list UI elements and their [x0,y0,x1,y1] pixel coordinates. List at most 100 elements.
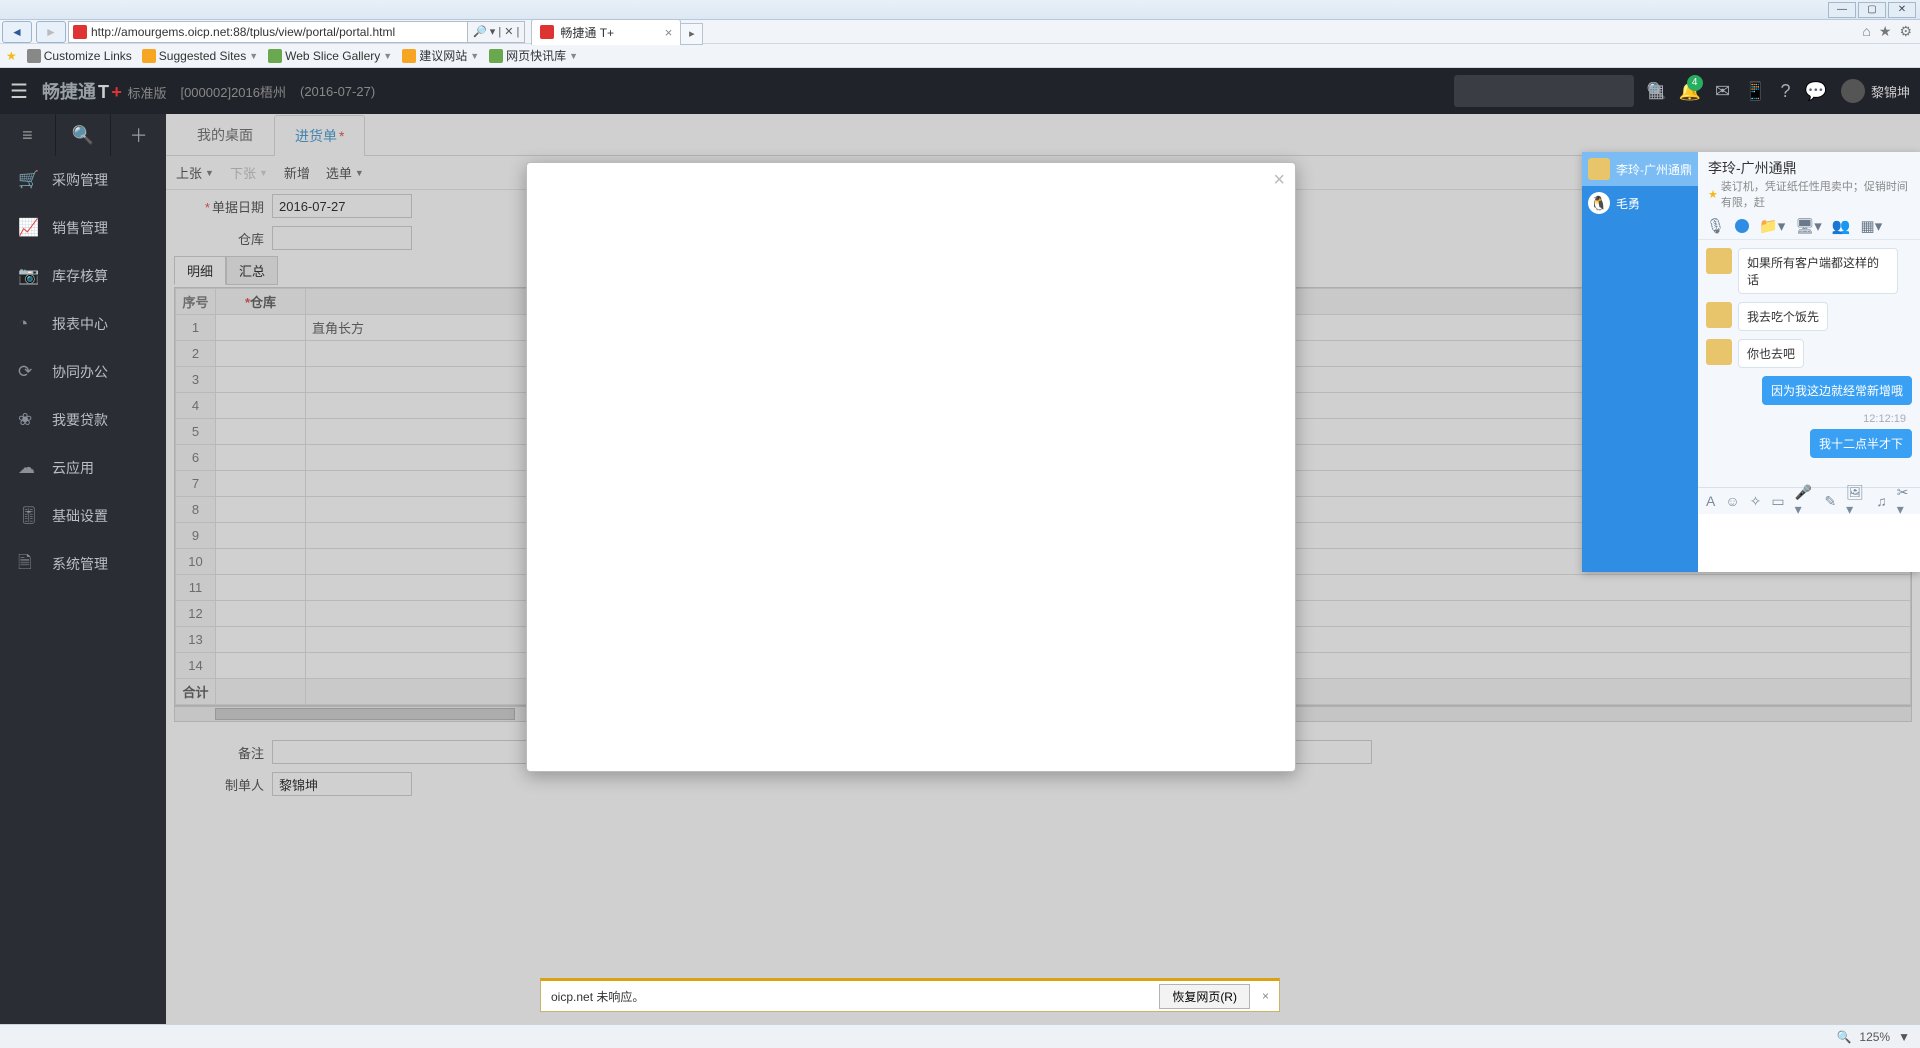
favlink-webslice[interactable]: Web Slice Gallery▼ [268,49,392,63]
home-icon[interactable]: ⌂ [1862,23,1870,40]
screen-icon[interactable]: 🖥▾ [1795,217,1822,235]
box-icon: 📷 [18,266,38,286]
url-controls[interactable]: 🔎 ▾ | ✕ | [468,21,525,43]
music-icon[interactable]: ♫ [1876,493,1887,509]
site-favicon [73,25,87,39]
favorites-bar: ★ Customize Links Suggested Sites▼ Web S… [0,44,1920,68]
sidebar-item-settings[interactable]: 🎚基础设置 [0,492,166,540]
chat-window: 李玲-广州通鼎 🐧毛勇 李玲-广州通鼎 ★装订机，凭证纸任性甩卖中；促销时间有限… [1582,152,1920,572]
favlink-suggested[interactable]: Suggested Sites▼ [142,49,258,63]
tab-close-icon[interactable]: × [665,25,673,40]
chat-subtitle: ★装订机，凭证纸任性甩卖中；促销时间有限，赶 [1708,178,1910,210]
browser-tab[interactable]: 畅捷通 T+ × [531,19,681,45]
sidebar-item-collab[interactable]: ⟳协同办公 [0,348,166,396]
folder-icon[interactable]: 📁▾ [1759,217,1785,235]
sidebar-item-sales[interactable]: 📈销售管理 [0,204,166,252]
menu-icon[interactable]: ☰ [10,79,28,104]
sidebar-collapse-icon[interactable]: ≡ [0,114,56,156]
font-icon[interactable]: A [1706,493,1715,509]
notif-badge: 4 [1687,75,1703,91]
page-unresponsive-bar: oicp.net 未响应。 恢复网页(R) × [540,978,1280,1012]
tab-favicon [540,25,554,39]
gif-icon[interactable]: ✧ [1750,493,1762,510]
address-bar: ◄ ► http://amourgems.oicp.net:88/tplus/v… [0,20,1920,44]
chat-top-toolbar: 🎙 📁▾ 🖥▾ 👥 ▦▾ [1698,212,1920,240]
blank-modal: × [526,162,1296,772]
avatar-icon [1706,339,1732,365]
sidebar-search-icon[interactable]: 🔍 [56,114,112,156]
chat-messages: 如果所有客户端都这样的话 我去吃个饭先 你也去吧 因为我这边就经常新增哦 12:… [1698,240,1920,487]
mic-icon[interactable]: 🎙 [1706,217,1725,235]
zoom-dropdown-icon[interactable]: ▼ [1898,1030,1910,1044]
buddy-maoyong[interactable]: 🐧毛勇 [1582,186,1698,220]
msg-in: 如果所有客户端都这样的话 [1706,248,1912,294]
add-user-icon[interactable]: 👥 [1832,217,1851,235]
edit-icon[interactable]: ✎ [1824,493,1836,510]
avatar-icon [1706,248,1732,274]
notif-close-icon[interactable]: × [1262,989,1269,1003]
app-topbar: ☰ 畅捷通 T+ 标准版 [000002]2016梧州 (2016-07-27)… [0,68,1920,114]
window-minimize[interactable]: — [1828,2,1856,18]
nav-back[interactable]: ◄ [2,21,32,43]
tab-title: 畅捷通 T+ [560,24,614,41]
modal-close-icon[interactable]: × [1273,169,1285,192]
gear-icon[interactable]: ⚙ [1899,23,1912,40]
help-icon[interactable]: ? [1781,81,1791,102]
sidebar-item-cloud[interactable]: ☁云应用 [0,444,166,492]
scissors-icon[interactable]: ✂▾ [1897,484,1912,518]
new-tab-button[interactable]: ▸ [681,23,703,45]
global-search[interactable]: 🔍 [1454,75,1634,107]
msg-out: 我十二点半才下 [1706,429,1912,458]
favlink-jianyi[interactable]: 建议网站▼ [402,47,479,64]
window-maximize[interactable]: ▢ [1858,2,1886,18]
zoom-icon[interactable]: 🔍 [1836,1030,1851,1044]
msg-in: 你也去吧 [1706,339,1912,368]
doc-icon: 🗎 [18,550,38,579]
sidebar-item-system[interactable]: 🗎系统管理 [0,540,166,588]
chat-header: 李玲-广州通鼎 ★装订机，凭证纸任性甩卖中；促销时间有限，赶 [1698,152,1920,212]
chat-textarea[interactable] [1698,514,1920,572]
username-label: 黎锦坤 [1871,82,1910,101]
sidebar-add-icon[interactable]: ＋ [111,114,166,156]
favlink-customize[interactable]: Customize Links [27,49,132,63]
window-icon[interactable]: ▭ [1771,493,1784,510]
sidebar-item-reports[interactable]: ◔报表中心 [0,300,166,348]
sidebar-item-purchase[interactable]: 🛒采购管理 [0,156,166,204]
fav-star-icon[interactable]: ★ [6,49,17,63]
sidebar-item-inventory[interactable]: 📷库存核算 [0,252,166,300]
sidebar-toolbar: ≡ 🔍 ＋ [0,114,166,156]
sync-icon: ⟳ [18,362,38,382]
apps-icon[interactable]: ▦▾ [1861,217,1883,235]
fav-icon[interactable]: ★ [1879,23,1892,40]
bell-icon[interactable]: 🔔4 [1679,81,1701,102]
search-input[interactable] [1454,84,1647,99]
favlink-kuaixun[interactable]: 网页快讯库▼ [489,47,578,64]
penguin-icon: 🐧 [1588,192,1610,214]
money-icon: ❀ [18,410,38,430]
chat-input-toolbar: A ☺ ✧ ▭ 🎤▾ ✎ 🖼▾ ♫ ✂▾ [1698,488,1920,514]
image-icon[interactable]: 🖼▾ [1846,484,1866,518]
msg-out: 因为我这边就经常新增哦 [1706,376,1912,405]
mobile-icon[interactable]: 📱 [1744,81,1766,102]
recover-page-button[interactable]: 恢复网页(R) [1159,984,1250,1009]
mail-icon[interactable]: ✉ [1715,81,1730,102]
record-icon[interactable] [1735,219,1749,233]
sidebar-item-loan[interactable]: ❀我要贷款 [0,396,166,444]
star-icon: ★ [1708,188,1718,201]
user-menu[interactable]: 黎锦坤 [1841,79,1910,103]
emoji-icon[interactable]: ☺ [1725,493,1739,509]
nav-forward[interactable]: ► [36,21,66,43]
feedback-icon[interactable]: 💬 [1805,81,1827,102]
browser-extra-icons: ⌂ ★ ⚙ [1862,23,1920,40]
voice-icon[interactable]: 🎤▾ [1795,484,1815,518]
cart-icon: 🛒 [18,170,38,190]
url-field[interactable]: http://amourgems.oicp.net:88/tplus/view/… [68,21,468,43]
calendar-icon[interactable]: ▦ [1648,81,1665,102]
buddy-liling[interactable]: 李玲-广州通鼎 [1582,152,1698,186]
account-info: [000002]2016梧州 [180,82,286,101]
browser-tabstrip: 畅捷通 T+ × ▸ [531,19,703,45]
window-close[interactable]: ✕ [1888,2,1916,18]
cloud-icon: ☁ [18,458,38,478]
browser-statusbar: 🔍 125% ▼ [0,1024,1920,1048]
chart-icon: 📈 [18,218,38,238]
